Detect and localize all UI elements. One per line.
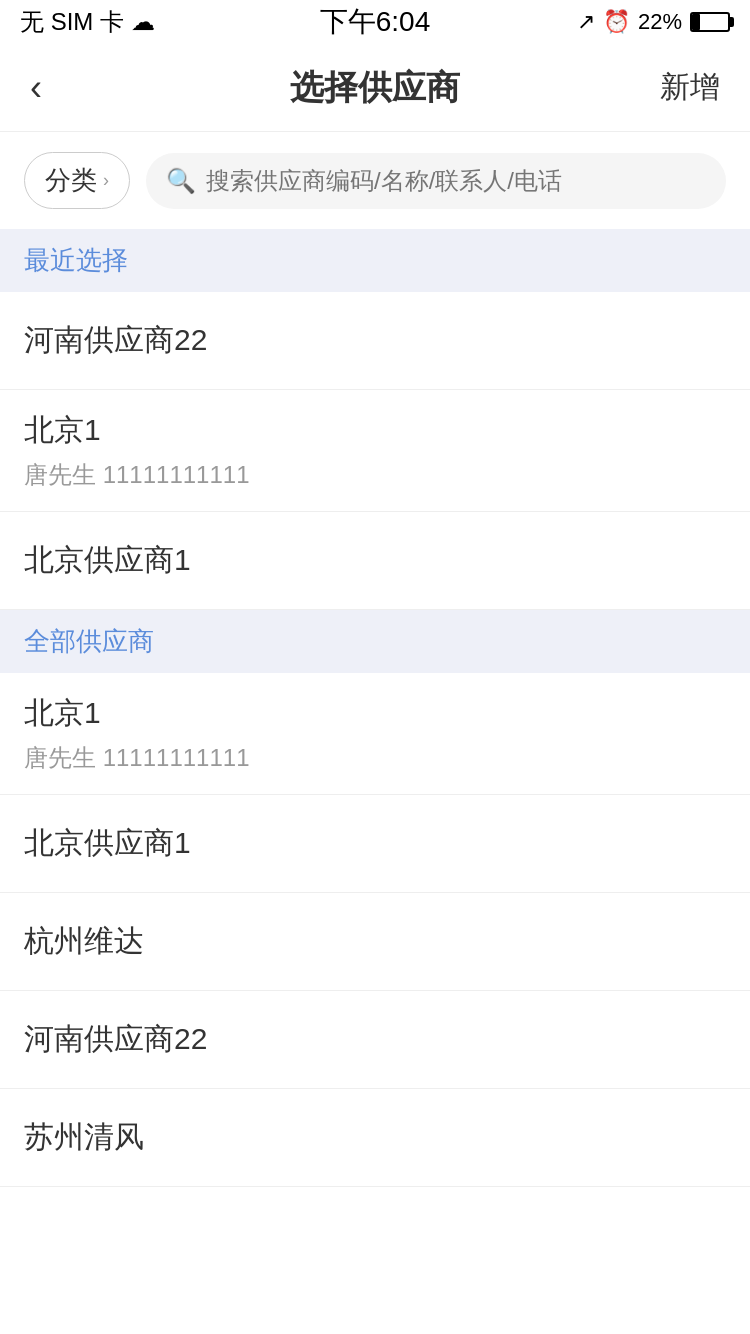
filter-bar: 分类 › 🔍	[0, 132, 750, 229]
add-button[interactable]: 新增	[660, 67, 720, 108]
status-right: ↗ ⏰ 22%	[577, 9, 730, 35]
search-box[interactable]: 🔍	[146, 153, 726, 209]
page-title: 选择供应商	[290, 65, 460, 111]
recent-list: 河南供应商22 北京1 唐先生 11111111111 北京供应商1	[0, 292, 750, 610]
item-name: 北京1	[24, 693, 726, 734]
item-detail: 唐先生 11111111111	[24, 459, 726, 491]
search-icon: 🔍	[166, 167, 196, 195]
item-name: 北京1	[24, 410, 726, 451]
item-name: 北京供应商1	[24, 823, 726, 864]
all-list: 北京1 唐先生 11111111111 北京供应商1 杭州维达河南供应商22 苏州清风	[0, 673, 750, 1187]
all-section-header: 全部供应商	[0, 610, 750, 673]
list-item[interactable]: 河南供应商22	[0, 991, 750, 1089]
status-bar: 无 SIM 卡 ☁ 下午6:04 ↗ ⏰ 22%	[0, 0, 750, 44]
battery-percent: 22%	[638, 9, 682, 35]
item-name: 苏州清风	[24, 1117, 726, 1158]
list-item[interactable]: 北京1 唐先生 11111111111	[0, 390, 750, 512]
back-button[interactable]: ‹	[30, 67, 42, 109]
item-name: 河南供应商22	[24, 1019, 726, 1060]
location-icon: ↗	[577, 9, 595, 35]
all-section-label: 全部供应商	[24, 626, 154, 656]
nav-bar: ‹ 选择供应商 新增	[0, 44, 750, 132]
category-filter[interactable]: 分类 ›	[24, 152, 130, 209]
recent-section-label: 最近选择	[24, 245, 128, 275]
status-left: 无 SIM 卡 ☁	[20, 6, 155, 38]
list-item[interactable]: 北京供应商1	[0, 512, 750, 610]
list-item[interactable]: 河南供应商22	[0, 292, 750, 390]
list-item[interactable]: 北京1 唐先生 11111111111	[0, 673, 750, 795]
alarm-icon: ⏰	[603, 9, 630, 35]
item-detail: 唐先生 11111111111	[24, 742, 726, 774]
list-item[interactable]: 杭州维达	[0, 893, 750, 991]
list-item[interactable]: 北京供应商1	[0, 795, 750, 893]
recent-section-header: 最近选择	[0, 229, 750, 292]
list-item[interactable]: 苏州清风	[0, 1089, 750, 1187]
search-input[interactable]	[206, 167, 706, 195]
item-name: 杭州维达	[24, 921, 726, 962]
category-label: 分类	[45, 163, 97, 198]
item-name: 河南供应商22	[24, 320, 726, 361]
chevron-right-icon: ›	[103, 170, 109, 191]
status-time: 下午6:04	[320, 3, 431, 41]
battery-icon	[690, 12, 730, 32]
item-name: 北京供应商1	[24, 540, 726, 581]
